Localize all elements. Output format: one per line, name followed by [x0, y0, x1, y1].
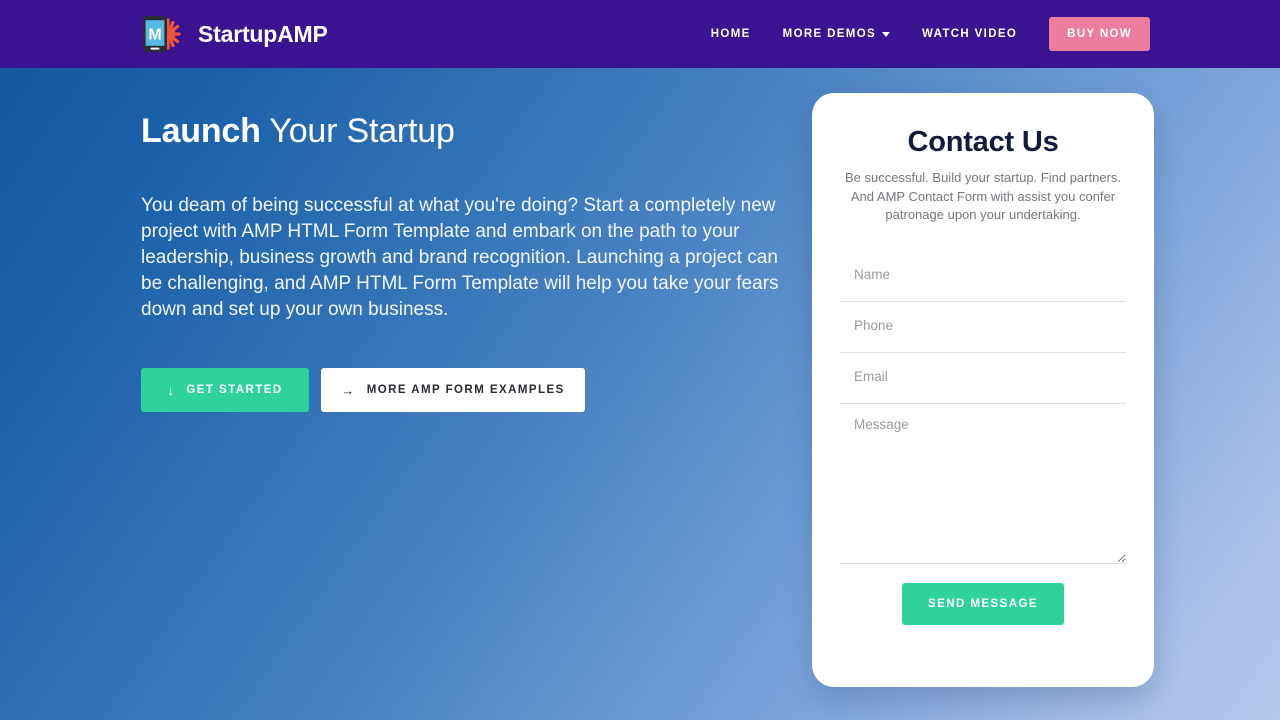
page-title: Launch Your Startup: [141, 108, 801, 154]
get-started-button-label: Get Started: [186, 384, 283, 396]
more-examples-button[interactable]: → More AMP Form Examples: [321, 368, 585, 412]
contact-form: Send Message: [840, 250, 1126, 625]
name-field[interactable]: [840, 250, 1126, 302]
nav-item-more-demos-label: More Demos: [782, 28, 877, 40]
arrow-right-icon: →: [341, 382, 356, 398]
top-navbar: M StartupAMP Home More Demos Watch Video…: [0, 0, 1280, 68]
nav-item-home[interactable]: Home: [695, 0, 767, 68]
arrow-down-icon: ↓: [167, 382, 176, 398]
svg-text:M: M: [148, 27, 161, 44]
chevron-down-icon: [882, 31, 891, 37]
email-field[interactable]: [840, 352, 1126, 404]
phone-sunburst-logo-icon: M: [138, 11, 184, 57]
brand-name: StartupAMP: [198, 20, 328, 47]
contact-card: Contact Us Be successful. Build your sta…: [812, 93, 1154, 687]
message-field[interactable]: [840, 403, 1126, 564]
nav-item-watch-video-label: Watch Video: [922, 28, 1018, 40]
nav-item-watch-video[interactable]: Watch Video: [906, 0, 1033, 68]
submit-row: Send Message: [840, 582, 1126, 625]
page-root: M StartupAMP Home More Demos Watch Video…: [0, 0, 1280, 720]
nav-menu: Home More Demos Watch Video Buy Now: [695, 0, 1150, 68]
contact-subtitle: Be successful. Build your startup. Find …: [844, 170, 1121, 222]
hero-paragraph: You deam of being successful at what you…: [141, 195, 779, 320]
nav-item-more-demos[interactable]: More Demos: [767, 0, 906, 68]
page-title-strong: Launch: [141, 112, 261, 150]
buy-now-button[interactable]: Buy Now: [1049, 17, 1150, 51]
phone-field[interactable]: [840, 301, 1126, 353]
hero-content: Launch Your Startup You deam of being su…: [141, 108, 801, 412]
send-message-button[interactable]: Send Message: [901, 582, 1065, 625]
contact-title: Contact Us: [907, 126, 1059, 158]
brand-link[interactable]: M StartupAMP: [138, 9, 328, 59]
hero-button-group: ↓ Get Started → More AMP Form Examples: [141, 368, 801, 412]
more-examples-button-label: More AMP Form Examples: [366, 384, 565, 396]
get-started-button[interactable]: ↓ Get Started: [141, 368, 309, 412]
page-title-light: Your Startup: [260, 112, 455, 150]
nav-item-home-label: Home: [710, 28, 751, 40]
